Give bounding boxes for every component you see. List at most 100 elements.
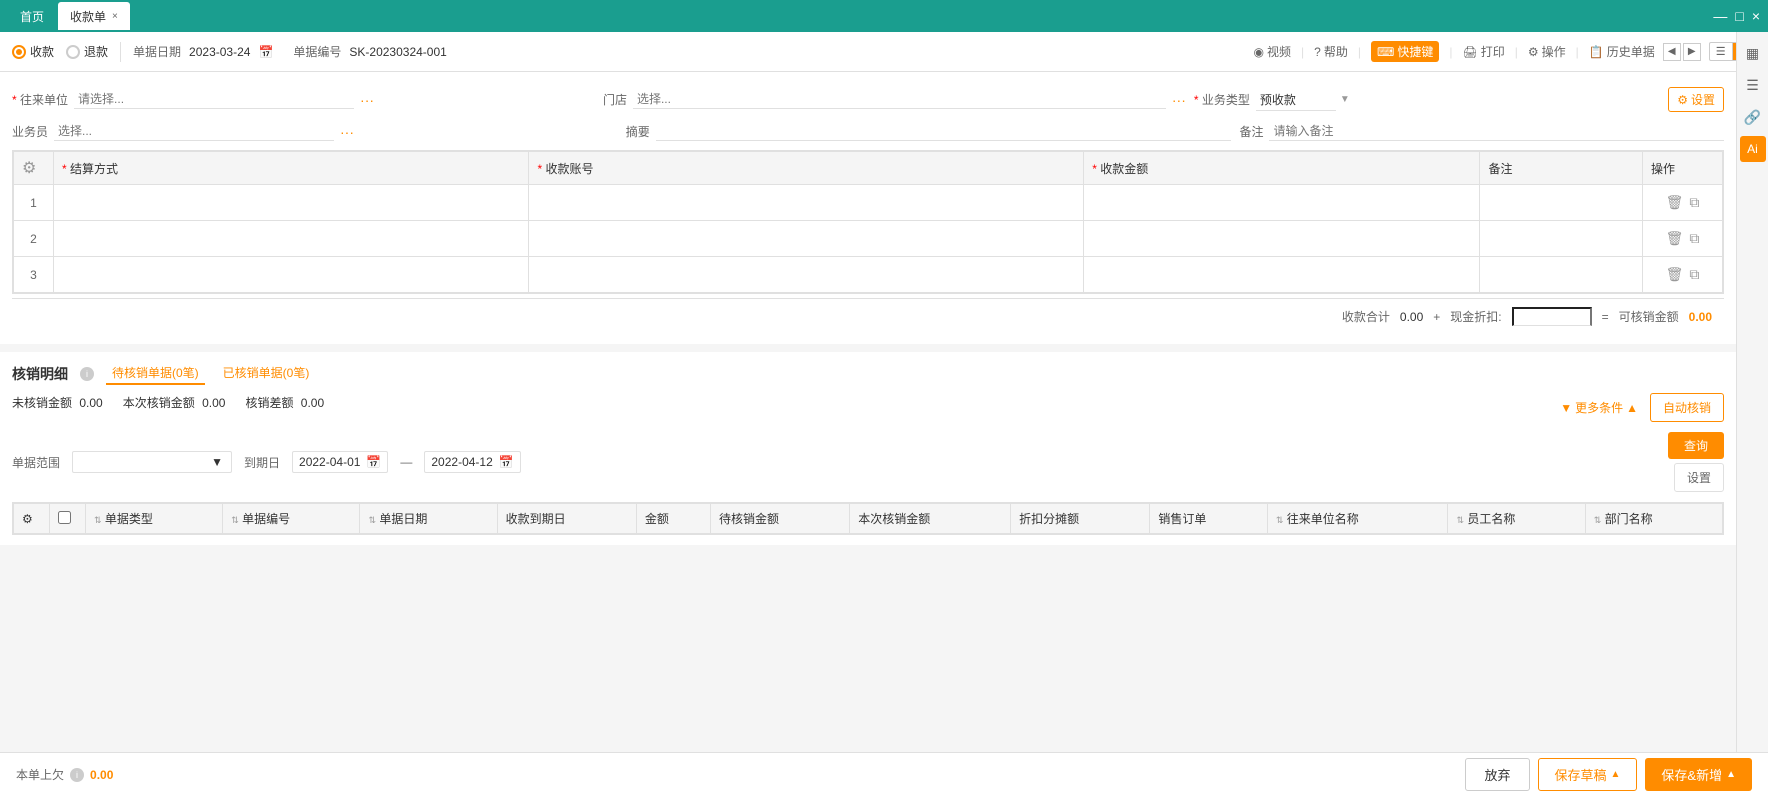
form-row-2: 业务员 ··· 摘要 备注 — [12, 117, 1724, 146]
amount-2[interactable] — [1084, 221, 1480, 257]
more-conditions-btn[interactable]: ▼ 更多条件 ▲ — [1560, 399, 1638, 416]
tab-current[interactable]: 收款单 × — [58, 2, 130, 30]
amount-3[interactable] — [1084, 257, 1480, 293]
video-btn[interactable]: ◉ 视频 — [1254, 43, 1292, 60]
recon-tab-done[interactable]: 已核销单据(0笔) — [217, 362, 316, 385]
customer-input[interactable] — [74, 90, 354, 109]
copy-icon-2[interactable]: ⧉ — [1689, 230, 1699, 247]
remark-2[interactable] — [1480, 221, 1643, 257]
calendar-icon[interactable]: 📅 — [258, 45, 273, 59]
settlement-3[interactable] — [54, 257, 529, 293]
total-label: 收款合计 — [1342, 308, 1390, 325]
table-row: 1 🗑 ⧉ — [14, 185, 1723, 221]
remark-input[interactable] — [1269, 122, 1724, 141]
amount-header: 收款金额 — [1084, 152, 1480, 185]
summary-input[interactable] — [656, 122, 1232, 141]
discount-header: 折扣分摊额 — [1011, 504, 1150, 534]
save-draft-button[interactable]: 保存草稿 ▲ — [1538, 758, 1638, 791]
date-from-input[interactable]: 2022-04-01 📅 — [292, 451, 388, 473]
table-row: 2 🗑 ⧉ — [14, 221, 1723, 257]
store-ellipsis[interactable]: ··· — [1172, 92, 1186, 108]
staff-name-header: ⇅ 员工名称 — [1448, 504, 1585, 534]
gear-bottom-icon[interactable]: ⚙ — [22, 512, 33, 526]
sidebar-attachment-icon[interactable]: 🔗 — [1740, 104, 1766, 130]
staff-input[interactable] — [54, 122, 334, 141]
business-type-select[interactable]: 预收款 ▼ — [1256, 89, 1350, 111]
account-2[interactable] — [529, 221, 1084, 257]
discard-button[interactable]: 放弃 — [1465, 758, 1529, 791]
next-arrow[interactable]: ▶ — [1683, 43, 1701, 61]
amount-1[interactable] — [1084, 185, 1480, 221]
gear-icon: ⚙ — [1677, 93, 1688, 107]
customer-ellipsis[interactable]: ··· — [360, 92, 374, 108]
form-row-1: 往来单位 ··· 门店 ··· 业务类型 预收款 ▼ ⚙ 设置 — [12, 82, 1724, 117]
current-cancel-header: 本次核销金额 — [850, 504, 1011, 534]
calendar-from-icon: 📅 — [366, 455, 381, 469]
tab-close-icon[interactable]: × — [112, 11, 118, 22]
copy-icon-3[interactable]: ⧉ — [1689, 266, 1699, 283]
print-btn[interactable]: 🖨 打印 — [1462, 43, 1504, 60]
radio-tuidan[interactable]: 退款 — [66, 43, 108, 60]
row-num-3: 3 — [14, 257, 54, 293]
maximize-icon[interactable]: □ — [1735, 8, 1743, 24]
date-to-input[interactable]: 2022-04-12 📅 — [424, 451, 520, 473]
date-dash: — — [400, 455, 412, 469]
staff-ellipsis[interactable]: ··· — [340, 124, 354, 140]
operate-icon: ⚙ — [1528, 45, 1539, 59]
prev-arrow[interactable]: ◀ — [1663, 43, 1681, 61]
sidebar-table-icon[interactable]: ▦ — [1740, 40, 1766, 66]
remark-3[interactable] — [1480, 257, 1643, 293]
recon-tab-pending[interactable]: 待核销单据(0笔) — [106, 362, 205, 385]
sales-order-header: 销售订单 — [1150, 504, 1268, 534]
reconciliation-section: 核销明细 i 待核销单据(0笔) 已核销单据(0笔) 未核销金额 0.00 本次… — [0, 352, 1736, 545]
shortcut-icon: ⌨ — [1377, 45, 1394, 59]
plus-sign: + — [1433, 310, 1440, 324]
recon-info-icon[interactable]: i — [80, 367, 94, 381]
auto-recon-button[interactable]: 自动核销 — [1650, 393, 1724, 422]
settings-small-button[interactable]: 设置 — [1674, 463, 1724, 492]
discount-input[interactable] — [1512, 307, 1592, 326]
radio-tuidan-dot — [66, 45, 80, 59]
history-btn[interactable]: 📋 历史单据 — [1589, 43, 1655, 60]
right-sidebar: ▦ ☰ 🔗 Ai — [1736, 32, 1768, 796]
list-view-btn[interactable]: ☰ — [1710, 43, 1733, 60]
number-label: 单据编号 — [293, 43, 341, 60]
settlement-2[interactable] — [54, 221, 529, 257]
settings-button[interactable]: ⚙ 设置 — [1668, 87, 1724, 112]
total-value: 0.00 — [1400, 310, 1423, 324]
delete-icon-1[interactable]: 🗑 — [1666, 194, 1684, 211]
select-all-checkbox[interactable] — [58, 511, 71, 524]
main-form: 往来单位 ··· 门店 ··· 业务类型 预收款 ▼ ⚙ 设置 — [0, 72, 1736, 344]
account-1[interactable] — [529, 185, 1084, 221]
copy-icon-1[interactable]: ⧉ — [1689, 194, 1699, 211]
action-3: 🗑 ⧉ — [1643, 257, 1723, 293]
delete-icon-2[interactable]: 🗑 — [1666, 230, 1684, 247]
pending-cancel-header: 待核销金额 — [711, 504, 850, 534]
store-input[interactable] — [633, 90, 1166, 109]
due-date-header: 收款到期日 — [497, 504, 636, 534]
remark-1[interactable] — [1480, 185, 1643, 221]
sidebar-camera-icon[interactable]: Ai — [1740, 136, 1766, 162]
query-button[interactable]: 查询 — [1668, 432, 1724, 459]
action-1: 🗑 ⧉ — [1643, 185, 1723, 221]
tab-home[interactable]: 首页 — [8, 2, 56, 30]
help-btn[interactable]: ? 帮助 — [1314, 43, 1348, 60]
range-select[interactable]: ▼ — [72, 451, 232, 473]
shortcut-btn[interactable]: ⌨ 快捷键 — [1371, 41, 1439, 62]
table-gear-icon[interactable]: ⚙ — [22, 160, 36, 177]
save-new-button[interactable]: 保存&新增 ▲ — [1645, 758, 1752, 791]
close-icon[interactable]: × — [1752, 8, 1760, 24]
remark-label: 备注 — [1239, 123, 1263, 140]
delete-icon-3[interactable]: 🗑 — [1666, 266, 1684, 283]
number-value: SK-20230324-001 — [349, 45, 446, 59]
minimize-icon[interactable]: — — [1713, 8, 1727, 24]
amount-col-header: 金额 — [636, 504, 710, 534]
customer-label: 往来单位 — [12, 91, 68, 108]
operate-btn[interactable]: ⚙ 操作 — [1528, 43, 1566, 60]
uncancelled-label: 未核销金额 0.00 — [12, 394, 103, 411]
sidebar-list-icon[interactable]: ☰ — [1740, 72, 1766, 98]
settlement-1[interactable] — [54, 185, 529, 221]
radio-shoukuan-dot — [12, 45, 26, 59]
radio-shoukuan[interactable]: 收款 — [12, 43, 54, 60]
account-3[interactable] — [529, 257, 1084, 293]
